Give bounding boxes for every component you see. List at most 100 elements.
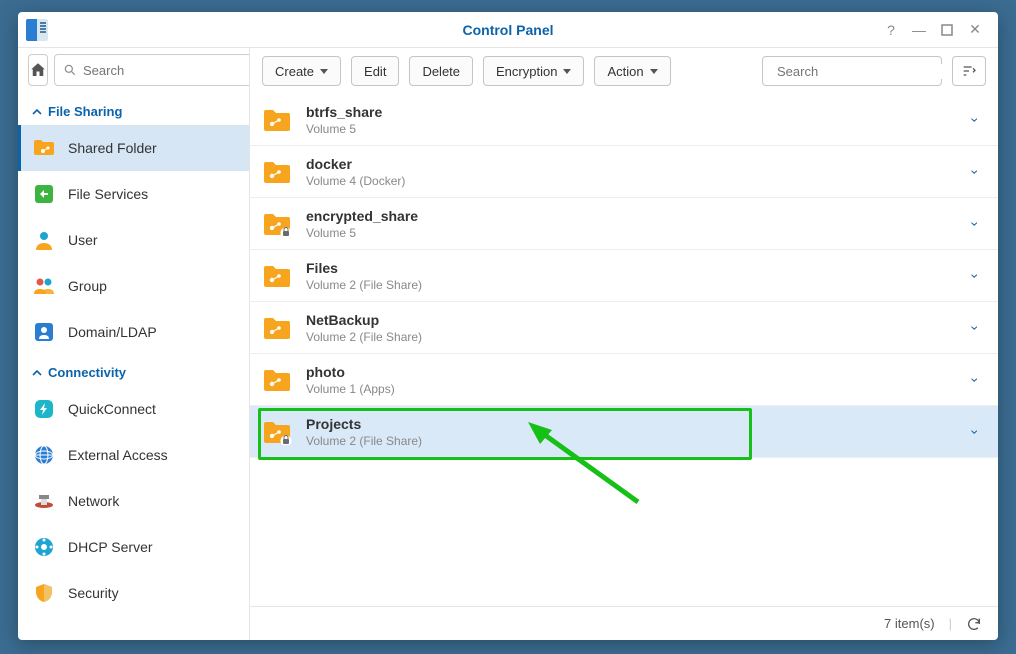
expand-chevron-icon[interactable]: › [968, 325, 984, 330]
folder-location: Volume 5 [306, 122, 382, 136]
folder-location: Volume 2 (File Share) [306, 330, 422, 344]
sidebar-item-label: Network [68, 493, 119, 509]
refresh-button[interactable] [966, 616, 982, 632]
folder-icon [262, 107, 292, 133]
status-bar: 7 item(s) | [250, 606, 998, 640]
folder-row[interactable]: btrfs_shareVolume 5› [250, 94, 998, 146]
group-icon [32, 274, 56, 298]
security-icon [32, 581, 56, 605]
sidebar-item-label: QuickConnect [68, 401, 156, 417]
expand-chevron-icon[interactable]: › [968, 273, 984, 278]
folder-row[interactable]: docker Volume 4 (Docker) › [250, 146, 998, 198]
folder-location: Volume 4 (Docker) [306, 174, 405, 188]
sidebar-item-label: Security [68, 585, 119, 601]
item-count: 7 item(s) [884, 616, 935, 631]
sort-button[interactable] [952, 56, 986, 86]
window-title: Control Panel [18, 22, 998, 38]
home-icon [29, 61, 47, 79]
domain-icon [32, 320, 56, 344]
expand-chevron-icon[interactable]: › [968, 377, 984, 382]
sort-icon [961, 63, 977, 79]
minimize-button[interactable]: — [910, 21, 928, 39]
folder-location: Volume 1 (Apps) [306, 382, 395, 396]
sidebar-group-file-sharing[interactable]: File Sharing [18, 94, 249, 125]
control-panel-window: Control Panel ? — ✕ File Sharing [18, 12, 998, 640]
sidebar-item-quickconnect[interactable]: QuickConnect [18, 386, 249, 432]
sidebar-item-security[interactable]: Security [18, 570, 249, 616]
group-label: File Sharing [48, 104, 122, 119]
dhcp-server-icon [32, 535, 56, 559]
network-icon [32, 489, 56, 513]
maximize-button[interactable] [938, 21, 956, 39]
sidebar-search[interactable] [54, 54, 250, 86]
caret-down-icon [650, 69, 658, 74]
sidebar-item-dhcp-server[interactable]: DHCP Server [18, 524, 249, 570]
help-button[interactable]: ? [882, 21, 900, 39]
folder-row[interactable]: photo Volume 1 (Apps) › [250, 354, 998, 406]
window-body: File Sharing Shared Folder File Services… [18, 48, 998, 640]
create-button[interactable]: Create [262, 56, 341, 86]
home-button[interactable] [28, 54, 48, 86]
main-search[interactable] [762, 56, 942, 86]
folder-icon [262, 315, 292, 341]
refresh-icon [966, 616, 982, 632]
sidebar-search-input[interactable] [83, 63, 250, 78]
sidebar-item-group[interactable]: Group [18, 263, 249, 309]
folder-row[interactable]: Projects Volume 2 (File Share) › [250, 406, 998, 458]
folder-row[interactable]: NetBackup Volume 2 (File Share) › [250, 302, 998, 354]
sidebar-item-user[interactable]: User [18, 217, 249, 263]
sidebar-item-label: External Access [68, 447, 168, 463]
folder-location: Volume 5 [306, 226, 418, 240]
folder-icon [262, 367, 292, 393]
sidebar-item-label: DHCP Server [68, 539, 153, 555]
caret-down-icon [563, 69, 571, 74]
main-panel: Create Edit Delete Encryption Action btr… [250, 48, 998, 640]
sidebar-item-label: Group [68, 278, 107, 294]
expand-chevron-icon[interactable]: › [968, 429, 984, 434]
user-icon [32, 228, 56, 252]
close-button[interactable]: ✕ [966, 21, 984, 39]
sidebar-item-label: Domain/LDAP [68, 324, 157, 340]
expand-chevron-icon[interactable]: › [968, 221, 984, 226]
chevron-up-icon [32, 107, 42, 117]
sidebar-item-external-access[interactable]: External Access [18, 432, 249, 478]
group-label: Connectivity [48, 365, 126, 380]
folder-name: photo [306, 364, 395, 380]
folder-location: Volume 2 (File Share) [306, 278, 422, 292]
caret-down-icon [320, 69, 328, 74]
expand-chevron-icon[interactable]: › [968, 169, 984, 174]
sidebar-item-shared-folder[interactable]: Shared Folder [18, 125, 249, 171]
sidebar-item-label: User [68, 232, 98, 248]
sidebar-item-network[interactable]: Network [18, 478, 249, 524]
chevron-up-icon [32, 368, 42, 378]
folder-row[interactable]: encrypted_shareVolume 5› [250, 198, 998, 250]
main-search-input[interactable] [777, 64, 953, 79]
folder-name: docker [306, 156, 405, 172]
sidebar-item-file-services[interactable]: File Services [18, 171, 249, 217]
folder-list: btrfs_shareVolume 5›dockerVolume 4 (Dock… [250, 94, 998, 606]
quickconnect-icon [32, 397, 56, 421]
folder-name: Projects [306, 416, 422, 432]
folder-row[interactable]: Files Volume 2 (File Share) › [250, 250, 998, 302]
expand-chevron-icon[interactable]: › [968, 117, 984, 122]
sidebar-item-domain-ldap[interactable]: Domain/LDAP [18, 309, 249, 355]
sidebar-item-label: File Services [68, 186, 148, 202]
title-bar: Control Panel ? — ✕ [18, 12, 998, 48]
shared-folder-icon [32, 136, 56, 160]
action-button[interactable]: Action [594, 56, 670, 86]
toolbar: Create Edit Delete Encryption Action [250, 48, 998, 94]
folder-name: NetBackup [306, 312, 422, 328]
external-access-icon [32, 443, 56, 467]
folder-icon [262, 419, 292, 445]
encryption-button[interactable]: Encryption [483, 56, 584, 86]
folder-icon [262, 159, 292, 185]
sidebar-group-connectivity[interactable]: Connectivity [18, 355, 249, 386]
folder-name: Files [306, 260, 422, 276]
delete-button[interactable]: Delete [409, 56, 473, 86]
search-icon [63, 63, 77, 77]
window-controls: ? — ✕ [882, 21, 998, 39]
edit-button[interactable]: Edit [351, 56, 399, 86]
folder-location: Volume 2 (File Share) [306, 434, 422, 448]
sidebar: File Sharing Shared Folder File Services… [18, 48, 250, 640]
app-icon [26, 19, 48, 41]
